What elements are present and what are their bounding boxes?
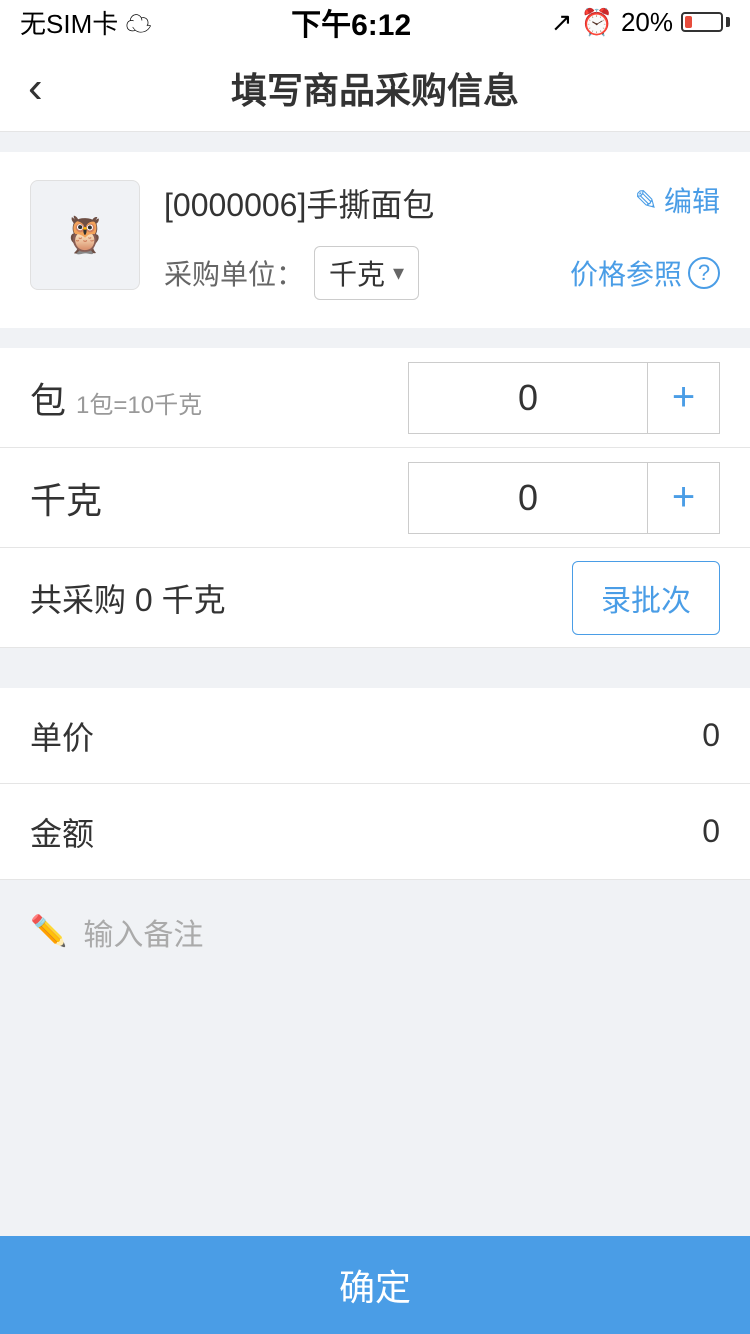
package-label-sub: 1包=10千克: [76, 385, 202, 420]
back-button[interactable]: ‹: [28, 63, 43, 113]
status-right: ↗ ⏰ 20%: [551, 7, 730, 38]
package-label: 包 1包=10千克: [30, 372, 202, 424]
unit-price-row: 单价 0: [0, 688, 750, 784]
kg-row: 千克 +: [0, 448, 750, 548]
edit-label: 编辑: [664, 180, 720, 220]
product-id: [0000006]: [164, 187, 306, 223]
record-batch-button[interactable]: 录批次: [572, 561, 720, 635]
battery-icon: [681, 12, 730, 32]
status-bar: 无SIM卡 ☁ 下午6:12 ↗ ⏰ 20%: [0, 0, 750, 44]
kg-label-main: 千克: [30, 472, 102, 524]
help-icon: ?: [688, 257, 720, 289]
product-title: 手撕面包: [306, 187, 434, 223]
kg-label: 千克: [30, 472, 102, 524]
status-time: 下午6:12: [291, 0, 411, 44]
package-label-main: 包: [30, 372, 66, 424]
product-image: 🦉: [30, 180, 140, 290]
kg-plus-button[interactable]: +: [648, 462, 720, 534]
input-section: 包 1包=10千克 + 千克 + 共采购 0 千克 录批次: [0, 348, 750, 648]
top-divider: [0, 132, 750, 152]
edit-icon: ✎: [635, 184, 658, 217]
pencil-icon: ✏️: [30, 914, 67, 949]
signal-text: 无SIM卡 ☁: [20, 4, 151, 41]
note-section[interactable]: ✏️ 输入备注: [0, 882, 750, 1182]
price-ref-button[interactable]: 价格参照 ?: [570, 253, 720, 293]
location-icon: ↗: [551, 7, 573, 38]
edit-button[interactable]: ✎ 编辑: [635, 180, 720, 220]
page-title: 填写商品采购信息: [231, 62, 519, 114]
product-owl-icon: 🦉: [63, 214, 108, 256]
amount-value: 0: [702, 813, 720, 850]
dropdown-arrow-icon: ▾: [393, 260, 404, 286]
mid-divider-2: [0, 648, 750, 668]
summary-text: 共采购 0 千克: [30, 575, 226, 621]
main-content: 🦉 [0000006]手撕面包 ✎ 编辑 采购单位： 千克 ▾: [0, 132, 750, 1280]
package-plus-button[interactable]: +: [648, 362, 720, 434]
product-unit-row: 采购单位： 千克 ▾ 价格参照 ?: [164, 246, 720, 300]
package-row: 包 1包=10千克 +: [0, 348, 750, 448]
product-info: [0000006]手撕面包 ✎ 编辑 采购单位： 千克 ▾ 价格参照 ?: [164, 180, 720, 300]
mid-divider-1: [0, 328, 750, 348]
amount-label: 金额: [30, 809, 94, 855]
status-left: 无SIM卡 ☁: [20, 4, 151, 41]
kg-input-control: +: [408, 462, 720, 534]
confirm-button[interactable]: 确定: [0, 1236, 750, 1334]
package-input-control: +: [408, 362, 720, 434]
unit-price-value: 0: [702, 717, 720, 754]
unit-price-label: 单价: [30, 713, 94, 759]
note-placeholder-text: 输入备注: [83, 910, 203, 954]
unit-label: 采购单位：: [164, 253, 304, 293]
product-header: [0000006]手撕面包 ✎ 编辑: [164, 180, 720, 226]
unit-select[interactable]: 千克 ▾: [314, 246, 419, 300]
unit-selector-group: 采购单位： 千克 ▾: [164, 246, 419, 300]
nav-bar: ‹ 填写商品采购信息: [0, 44, 750, 132]
battery-percent: 20%: [621, 7, 673, 38]
alarm-icon: ⏰: [581, 7, 613, 38]
price-section: 单价 0 金额 0: [0, 688, 750, 880]
product-name: [0000006]手撕面包: [164, 180, 434, 226]
kg-input[interactable]: [408, 462, 648, 534]
price-ref-label: 价格参照: [570, 253, 682, 293]
summary-row: 共采购 0 千克 录批次: [0, 548, 750, 648]
package-input[interactable]: [408, 362, 648, 434]
product-card: 🦉 [0000006]手撕面包 ✎ 编辑 采购单位： 千克 ▾: [0, 152, 750, 328]
amount-row: 金额 0: [0, 784, 750, 880]
unit-value: 千克: [329, 253, 385, 293]
